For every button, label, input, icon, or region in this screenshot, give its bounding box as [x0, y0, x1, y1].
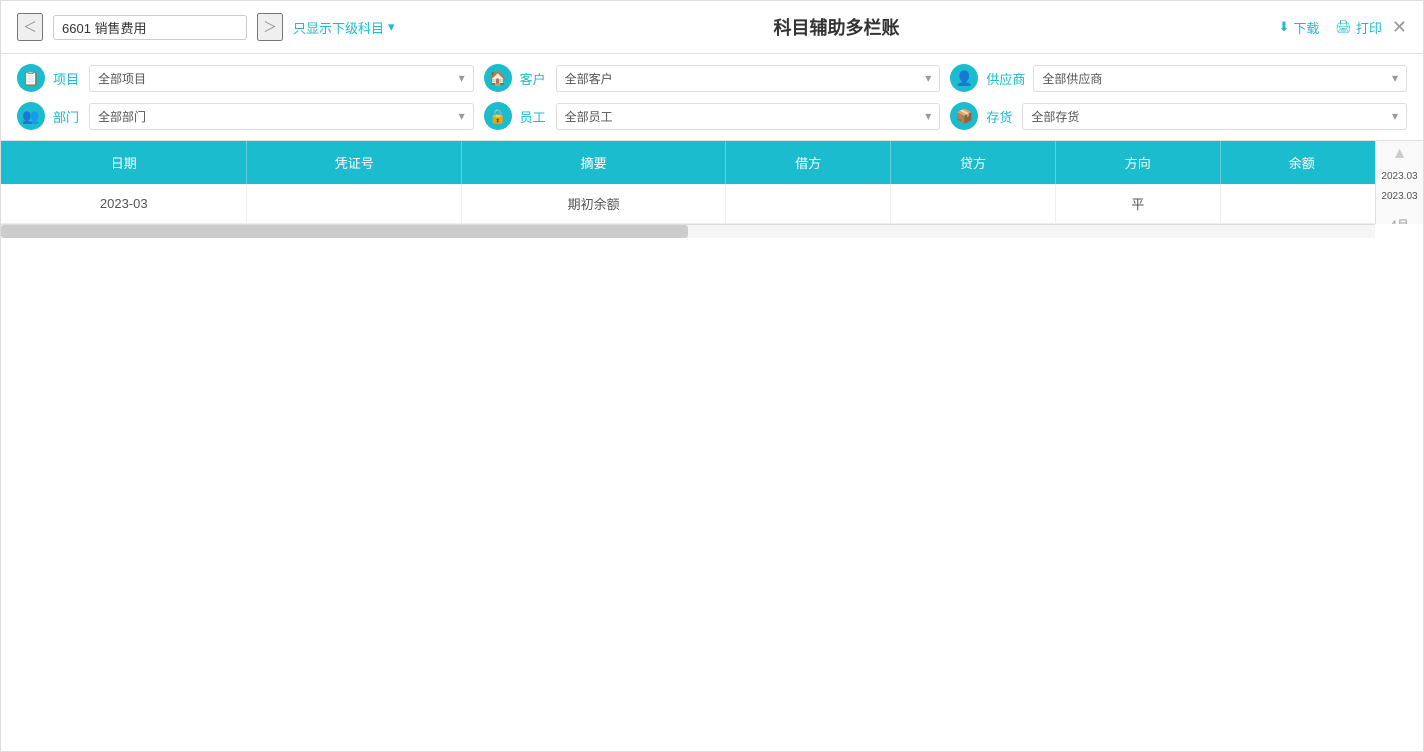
supplier-icon: 👤 — [950, 64, 978, 92]
customer-icon: 🏠 — [484, 64, 512, 92]
print-button[interactable]: 🖨 打印 — [1335, 18, 1382, 37]
cell-direction: 平 — [1055, 184, 1220, 224]
main-container: ＜ ＞ 只显示下级科目 ▾ 科目辅助多栏账 ⬇ 下载 🖨 打印 ✕ 📋 项目 全… — [0, 0, 1424, 752]
employee-select[interactable]: 全部员工 ▾ — [556, 103, 941, 130]
project-value: 全部项目 — [98, 70, 146, 87]
filter-project: 📋 项目 全部项目 ▾ — [17, 64, 474, 92]
scrollbar-thumb — [1, 225, 688, 238]
cell-voucher — [247, 184, 462, 224]
download-button[interactable]: ⬇ 下载 — [1278, 18, 1319, 37]
customer-arrow: ▾ — [925, 71, 931, 85]
department-arrow: ▾ — [459, 109, 465, 123]
inventory-value: 全部存货 — [1031, 108, 1079, 125]
month-4[interactable]: 4月 — [1376, 211, 1423, 224]
supplier-select[interactable]: 全部供应商 ▾ — [1033, 65, 1407, 92]
show-sub-label: 只显示下级科目 — [293, 18, 384, 37]
show-sub-arrow: ▾ — [388, 19, 395, 35]
employee-icon: 🔒 — [484, 102, 512, 130]
inventory-arrow: ▾ — [1392, 109, 1398, 123]
supplier-arrow: ▾ — [1392, 71, 1398, 85]
next-account-button[interactable]: ＞ — [257, 13, 283, 41]
cell-debit — [726, 184, 891, 224]
cell-balance — [1220, 184, 1383, 224]
department-label: 部门 — [53, 107, 81, 126]
employee-value: 全部员工 — [565, 108, 613, 125]
horizontal-scrollbar[interactable] — [1, 224, 1375, 238]
employee-arrow: ▾ — [925, 109, 931, 123]
month-panel: ▲ 2023.03 2023.03 4月 5月 6月 7月 8月 9月 10月 … — [1375, 141, 1423, 224]
col-debit: 借方 — [726, 141, 891, 184]
project-select[interactable]: 全部项目 ▾ — [89, 65, 474, 92]
print-icon: 🖨 — [1335, 19, 1352, 35]
account-code-input[interactable] — [53, 15, 247, 40]
col-credit: 贷方 — [891, 141, 1056, 184]
project-label: 项目 — [53, 69, 81, 88]
close-button[interactable]: ✕ — [1392, 17, 1407, 38]
table-wrapper[interactable]: 日期 凭证号 摘要 借方 贷方 方向 余额 2023-03 — [1, 141, 1383, 224]
header-actions: ⬇ 下载 🖨 打印 — [1278, 18, 1381, 37]
month-up-button[interactable]: ▲ — [1388, 141, 1412, 167]
department-value: 全部部门 — [98, 108, 146, 125]
customer-select[interactable]: 全部客户 ▾ — [556, 65, 941, 92]
inventory-icon: 📦 — [950, 102, 978, 130]
inventory-select[interactable]: 全部存货 ▾ — [1022, 103, 1407, 130]
download-label: 下载 — [1293, 18, 1319, 37]
inventory-label: 存货 — [986, 107, 1014, 126]
month-selected-top1[interactable]: 2023.03 — [1376, 167, 1423, 187]
employee-label: 员工 — [520, 107, 548, 126]
filter-customer: 🏠 客户 全部客户 ▾ — [484, 64, 941, 92]
month-selected-top2[interactable]: 2023.03 — [1376, 187, 1423, 207]
data-table: 日期 凭证号 摘要 借方 贷方 方向 余额 2023-03 — [1, 141, 1383, 224]
col-balance: 余额 — [1220, 141, 1383, 184]
col-voucher: 凭证号 — [247, 141, 462, 184]
cell-date: 2023-03 — [1, 184, 247, 224]
filters-area: 📋 项目 全部项目 ▾ 🏠 客户 全部客户 ▾ 👤 供应商 全部供应商 ▾ — [1, 54, 1423, 141]
filter-inventory: 📦 存货 全部存货 ▾ — [950, 102, 1407, 130]
print-label: 打印 — [1356, 18, 1382, 37]
page-title: 科目辅助多栏账 — [405, 14, 1269, 40]
filter-employee: 🔒 员工 全部员工 ▾ — [484, 102, 941, 130]
cell-credit — [891, 184, 1056, 224]
prev-account-button[interactable]: ＜ — [17, 13, 43, 41]
table-header-row: 日期 凭证号 摘要 借方 贷方 方向 余额 — [1, 141, 1383, 184]
project-arrow: ▾ — [459, 71, 465, 85]
department-select[interactable]: 全部部门 ▾ — [89, 103, 474, 130]
filter-department: 👥 部门 全部部门 ▾ — [17, 102, 474, 130]
cell-summary: 期初余额 — [462, 184, 726, 224]
header-bar: ＜ ＞ 只显示下级科目 ▾ 科目辅助多栏账 ⬇ 下载 🖨 打印 ✕ — [1, 1, 1423, 54]
content-section: 日期 凭证号 摘要 借方 贷方 方向 余额 2023-03 — [1, 141, 1423, 238]
filter-supplier: 👤 供应商 全部供应商 ▾ — [950, 64, 1407, 92]
customer-value: 全部客户 — [565, 70, 613, 87]
col-summary: 摘要 — [462, 141, 726, 184]
project-icon: 📋 — [17, 64, 45, 92]
table-row: 2023-03 期初余额 平 — [1, 184, 1383, 224]
supplier-label: 供应商 — [986, 69, 1025, 88]
department-icon: 👥 — [17, 102, 45, 130]
customer-label: 客户 — [520, 69, 548, 88]
col-date: 日期 — [1, 141, 247, 184]
show-sub-button[interactable]: 只显示下级科目 ▾ — [293, 18, 395, 37]
col-direction: 方向 — [1055, 141, 1220, 184]
download-icon: ⬇ — [1278, 19, 1289, 35]
supplier-value: 全部供应商 — [1042, 70, 1102, 87]
